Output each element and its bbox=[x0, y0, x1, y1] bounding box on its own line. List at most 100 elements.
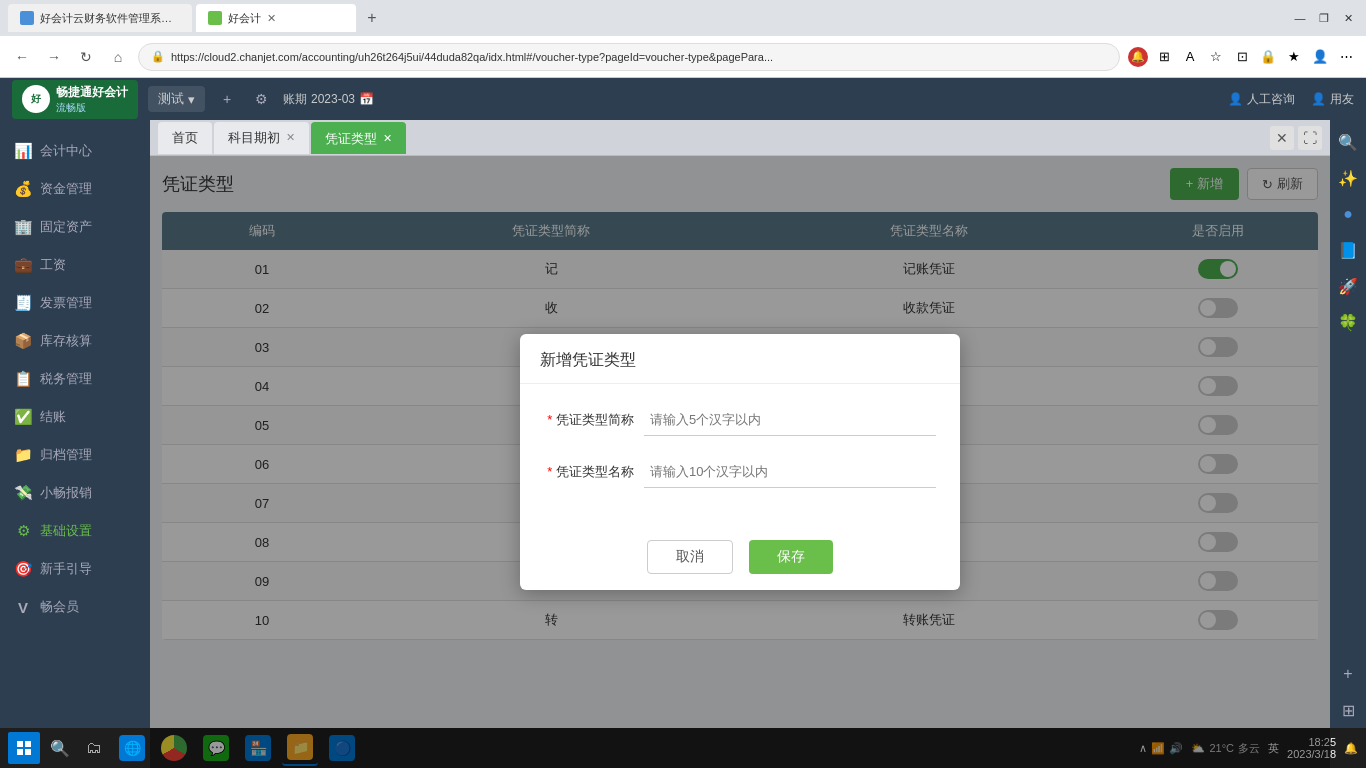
rp-rocket-icon[interactable]: 🚀 bbox=[1334, 272, 1362, 300]
page-content: 凭证类型 + 新增 ↻ 刷新 编码 凭证类型简称 凭证类型名称 是否启用 bbox=[150, 156, 1330, 768]
home-button[interactable]: ⌂ bbox=[106, 45, 130, 69]
company-name: 测试 bbox=[158, 90, 184, 108]
sidebar-item-expense[interactable]: 💸 小畅报销 bbox=[0, 474, 150, 512]
sidebar-item-settings[interactable]: ⚙ 基础设置 bbox=[0, 512, 150, 550]
svg-rect-1 bbox=[25, 741, 31, 747]
ext-icon-4[interactable]: ☆ bbox=[1206, 47, 1226, 67]
tabs-bar: 首页 科目期初 ✕ 凭证类型 ✕ ✕ ⛶ bbox=[150, 120, 1330, 156]
minimize-button[interactable]: — bbox=[1290, 8, 1310, 28]
rp-search-icon[interactable]: 🔍 bbox=[1334, 128, 1362, 156]
sidebar-item-funds[interactable]: 💰 资金管理 bbox=[0, 170, 150, 208]
taskbar-search[interactable]: 🔍 bbox=[46, 734, 74, 762]
tab-close-btn[interactable]: ✕ bbox=[1270, 126, 1294, 150]
svg-rect-0 bbox=[17, 741, 23, 747]
rp-grid-icon[interactable]: ⊞ bbox=[1334, 696, 1362, 724]
browser-tab-close-2[interactable]: ✕ bbox=[267, 12, 276, 25]
tab-label-1: 好会计云财务软件管理系统_会计 bbox=[40, 11, 180, 26]
sidebar-item-guide[interactable]: 🎯 新手引导 bbox=[0, 550, 150, 588]
url-bar[interactable]: 🔒 https://cloud2.chanjet.com/accounting/… bbox=[138, 43, 1120, 71]
tab-subjects-close[interactable]: ✕ bbox=[286, 131, 295, 144]
modal-header: 新增凭证类型 bbox=[520, 334, 960, 384]
sidebar-item-inventory[interactable]: 📦 库存核算 bbox=[0, 322, 150, 360]
profile-icon[interactable]: 👤 bbox=[1310, 47, 1330, 67]
tab-home[interactable]: 首页 bbox=[158, 122, 212, 154]
tab-favicon-1 bbox=[20, 11, 34, 25]
modal-body: * 凭证类型简称 * 凭证类型名称 bbox=[520, 384, 960, 528]
header-actions: 👤 人工咨询 👤 用友 bbox=[1228, 91, 1354, 108]
add-company-button[interactable]: + bbox=[215, 87, 239, 111]
sidebar-item-archive[interactable]: 📁 归档管理 bbox=[0, 436, 150, 474]
sidebar-label-fixed-assets: 固定资产 bbox=[40, 218, 92, 236]
close-button[interactable]: ✕ bbox=[1338, 8, 1358, 28]
save-button[interactable]: 保存 bbox=[749, 540, 833, 574]
lock-icon: 🔒 bbox=[151, 50, 165, 63]
consult-button[interactable]: 👤 人工咨询 bbox=[1228, 91, 1295, 108]
reload-button[interactable]: ↻ bbox=[74, 45, 98, 69]
inventory-icon: 📦 bbox=[14, 332, 32, 350]
tab-voucher-type[interactable]: 凭证类型 ✕ bbox=[311, 122, 406, 154]
name-input[interactable] bbox=[644, 456, 936, 488]
consult-icon: 👤 bbox=[1228, 92, 1243, 106]
abbr-label: * 凭证类型简称 bbox=[544, 411, 634, 429]
tab-expand-btn[interactable]: ⛶ bbox=[1298, 126, 1322, 150]
ext-icon-6[interactable]: 🔒 bbox=[1258, 47, 1278, 67]
taskbar-browser-edge[interactable]: 🌐 bbox=[114, 730, 150, 766]
window-controls: — ❐ ✕ bbox=[1290, 8, 1358, 28]
sidebar-label-inventory: 库存核算 bbox=[40, 332, 92, 350]
sidebar-item-dashboard[interactable]: 📊 会计中心 bbox=[0, 132, 150, 170]
calendar-icon: 📅 bbox=[359, 92, 374, 106]
ext-icon-2[interactable]: ⊞ bbox=[1154, 47, 1174, 67]
checkout-icon: ✅ bbox=[14, 408, 32, 426]
sidebar-item-tax[interactable]: 📋 税务管理 bbox=[0, 360, 150, 398]
modal-title: 新增凭证类型 bbox=[540, 351, 636, 368]
rp-star-icon[interactable]: ✨ bbox=[1334, 164, 1362, 192]
sidebar-label-funds: 资金管理 bbox=[40, 180, 92, 198]
abbr-label-text: 凭证类型简称 bbox=[556, 412, 634, 427]
sidebar-label-tax: 税务管理 bbox=[40, 370, 92, 388]
forward-button[interactable]: → bbox=[42, 45, 66, 69]
start-button[interactable] bbox=[8, 732, 40, 764]
tab-home-label: 首页 bbox=[172, 129, 198, 147]
company-selector[interactable]: 测试 ▾ bbox=[148, 86, 205, 112]
tab-voucher-type-close[interactable]: ✕ bbox=[383, 132, 392, 145]
user-avatar: 👤 bbox=[1311, 92, 1326, 106]
logo-icon: 好 bbox=[22, 85, 50, 113]
taskbar-taskview[interactable]: 🗂 bbox=[80, 734, 108, 762]
cancel-button[interactable]: 取消 bbox=[647, 540, 733, 574]
sidebar: 📊 会计中心 💰 资金管理 🏢 固定资产 💼 工资 🧾 发票管理 📦 库存核算 … bbox=[0, 120, 150, 768]
rp-leaf-icon[interactable]: 🍀 bbox=[1334, 308, 1362, 336]
more-options-icon[interactable]: ⋯ bbox=[1336, 47, 1356, 67]
sidebar-item-salary[interactable]: 💼 工资 bbox=[0, 246, 150, 284]
new-tab-button[interactable]: + bbox=[360, 6, 384, 30]
restore-button[interactable]: ❐ bbox=[1314, 8, 1334, 28]
notification-icon[interactable]: 🔔 bbox=[1344, 742, 1358, 755]
form-row-abbr: * 凭证类型简称 bbox=[544, 404, 936, 436]
rp-circle-icon[interactable]: ● bbox=[1334, 200, 1362, 228]
browser-tab-1[interactable]: 好会计云财务软件管理系统_会计 bbox=[8, 4, 192, 32]
app-header: 好 畅捷通好会计 流畅版 测试 ▾ + ⚙ 账期 2023-03 📅 👤 人工咨… bbox=[0, 78, 1366, 120]
rp-outlook-icon[interactable]: 📘 bbox=[1334, 236, 1362, 264]
rp-add-icon[interactable]: + bbox=[1334, 660, 1362, 688]
back-button[interactable]: ← bbox=[10, 45, 34, 69]
ext-icon-5[interactable]: ⊡ bbox=[1232, 47, 1252, 67]
fixed-assets-icon: 🏢 bbox=[14, 218, 32, 236]
settings-button[interactable]: ⚙ bbox=[249, 87, 273, 111]
browser-tab-2[interactable]: 好会计 ✕ bbox=[196, 4, 356, 32]
sidebar-item-vip[interactable]: V 畅会员 bbox=[0, 588, 150, 626]
sidebar-item-invoice[interactable]: 🧾 发票管理 bbox=[0, 284, 150, 322]
ext-icon-1[interactable]: 🔔 bbox=[1128, 47, 1148, 67]
guide-icon: 🎯 bbox=[14, 560, 32, 578]
sidebar-label-settings: 基础设置 bbox=[40, 522, 92, 540]
form-row-name: * 凭证类型名称 bbox=[544, 456, 936, 488]
sidebar-item-fixed-assets[interactable]: 🏢 固定资产 bbox=[0, 208, 150, 246]
url-text: https://cloud2.chanjet.com/accounting/uh… bbox=[171, 51, 1107, 63]
tab-subjects[interactable]: 科目期初 ✕ bbox=[214, 122, 309, 154]
abbr-input[interactable] bbox=[644, 404, 936, 436]
user-button[interactable]: 👤 用友 bbox=[1311, 91, 1354, 108]
sidebar-label-checkout: 结账 bbox=[40, 408, 66, 426]
ext-icon-3[interactable]: A bbox=[1180, 47, 1200, 67]
sidebar-item-checkout[interactable]: ✅ 结账 bbox=[0, 398, 150, 436]
tax-icon: 📋 bbox=[14, 370, 32, 388]
add-voucher-type-modal: 新增凭证类型 * 凭证类型简称 * bbox=[520, 334, 960, 590]
ext-icon-7[interactable]: ★ bbox=[1284, 47, 1304, 67]
